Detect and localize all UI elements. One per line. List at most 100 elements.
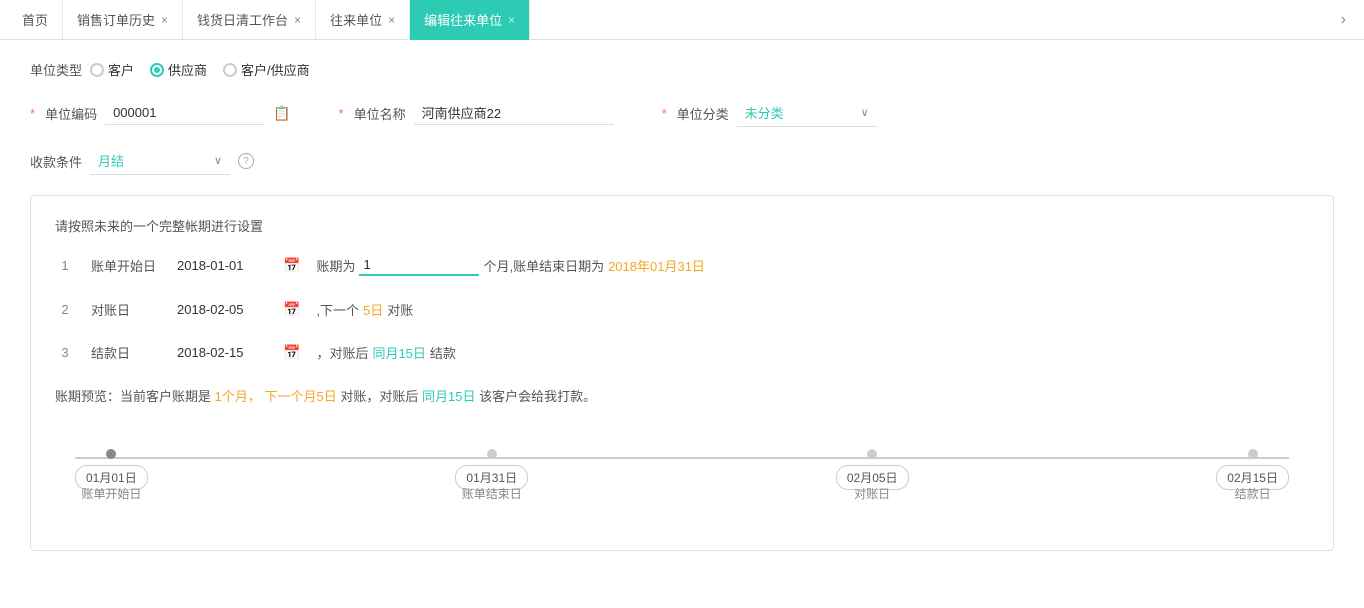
tab-home[interactable]: 首页 <box>8 0 63 40</box>
period-highlight-3: 同月15日 <box>372 343 425 362</box>
unit-type-label: 单位类型 <box>30 60 82 79</box>
payment-label: 收款条件 <box>30 152 82 171</box>
timeline-point-4: 02月15日 结款日 <box>1216 449 1289 490</box>
period-label-1: 账期为 <box>316 256 355 275</box>
period-input-1[interactable] <box>359 255 479 276</box>
preview-part5: 该客户会给我打款。 <box>479 389 596 404</box>
tab-edit-partner-label: 编辑往来单位 <box>424 10 502 29</box>
main-content: 单位类型 客户 供应商 客户/供应商 * 单位编码 📋 * 单位名称 <box>0 40 1364 608</box>
unit-category-dropdown[interactable]: 未分类 ∨ <box>737 99 877 127</box>
timeline-point-3: 02月05日 对账日 <box>836 449 909 490</box>
period-suffix-3: 结款 <box>430 343 456 362</box>
tab-sales-history-label: 销售订单历史 <box>77 10 155 29</box>
close-icon[interactable]: × <box>388 13 395 27</box>
tab-edit-partner[interactable]: 编辑往来单位 × <box>410 0 530 40</box>
timeline: 01月01日 账单开始日 01月31日 账单结束日 02月05日 对账日 <box>55 429 1309 530</box>
calendar-icon-2[interactable]: 📅 <box>283 301 300 318</box>
preview-part2: 下一个月5日 <box>265 389 337 404</box>
preview-part3: 对账，对账后 <box>340 389 418 404</box>
period-date-3: 2018-02-15 <box>177 345 267 360</box>
period-num-3: 3 <box>55 345 75 360</box>
tab-sales-history[interactable]: 销售订单历史 × <box>63 0 183 40</box>
period-num-2: 2 <box>55 302 75 317</box>
timeline-point-1: 01月01日 账单开始日 <box>75 449 148 490</box>
period-row-1: 1 账单开始日 2018-01-01 📅 账期为 个月,账单结束日期为 2018… <box>55 255 1309 276</box>
unit-code-input[interactable] <box>105 101 265 125</box>
radio-supplier-label: 供应商 <box>168 60 207 79</box>
tab-partner[interactable]: 往来单位 × <box>316 0 410 40</box>
timeline-label-1: 账单开始日 <box>81 485 141 502</box>
tab-more-button[interactable]: › <box>1331 11 1356 29</box>
timeline-label-3: 对账日 <box>854 485 890 502</box>
tab-bar: 首页 销售订单历史 × 钱货日清工作台 × 往来单位 × 编辑往来单位 × › <box>0 0 1364 40</box>
radio-customer-label: 客户 <box>108 60 134 79</box>
period-field-1: 账单开始日 <box>91 256 161 275</box>
radio-customer[interactable]: 客户 <box>90 60 134 79</box>
unit-fields-row: * 单位编码 📋 * 单位名称 * 单位分类 未分类 ∨ <box>30 99 1334 127</box>
radio-circle-supplier <box>150 63 164 77</box>
chevron-down-icon-payment: ∨ <box>214 154 222 167</box>
unit-type-radio-group: 客户 供应商 客户/供应商 <box>90 60 310 79</box>
unit-category-label: 单位分类 <box>677 104 729 123</box>
period-highlight-2: 5日 <box>363 300 383 319</box>
chevron-down-icon: ∨ <box>861 106 869 119</box>
period-field-2: 对账日 <box>91 300 161 319</box>
payment-dropdown[interactable]: 月结 ∨ <box>90 147 230 175</box>
unit-name-input[interactable] <box>414 101 614 125</box>
period-suffix-2: 对账 <box>387 300 413 319</box>
timeline-dot-1 <box>106 449 116 459</box>
calendar-icon-code[interactable]: 📋 <box>273 105 290 122</box>
timeline-point-2: 01月31日 账单结束日 <box>455 449 528 490</box>
preview-part4: 同月15日 <box>422 389 475 404</box>
preview-text: 账期预览：当前客户账期是 1个月， 下一个月5日 对账，对账后 同月15日 该客… <box>55 386 1309 405</box>
close-icon[interactable]: × <box>161 13 168 27</box>
tab-partner-label: 往来单位 <box>330 10 382 29</box>
close-icon[interactable]: × <box>294 13 301 27</box>
required-star-name: * <box>339 106 344 121</box>
required-star-code: * <box>30 106 35 121</box>
radio-circle-both <box>223 63 237 77</box>
period-prefix-3: ，对账后 <box>316 343 368 362</box>
preview-part1: 1个月， <box>215 389 261 404</box>
unit-category-value: 未分类 <box>745 103 857 122</box>
preview-section: 账期预览：当前客户账期是 1个月， 下一个月5日 对账，对账后 同月15日 该客… <box>55 386 1309 530</box>
calendar-icon-1[interactable]: 📅 <box>283 257 300 274</box>
unit-category-group: * 单位分类 未分类 ∨ <box>662 99 877 127</box>
period-date-2: 2018-02-05 <box>177 302 267 317</box>
unit-name-group: * 单位名称 <box>339 101 614 125</box>
unit-type-row: 单位类型 客户 供应商 客户/供应商 <box>30 60 1334 79</box>
unit-name-label: 单位名称 <box>354 104 406 123</box>
period-field-3: 结款日 <box>91 343 161 362</box>
unit-code-label: 单位编码 <box>45 104 97 123</box>
period-title: 请按照未来的一个完整帐期进行设置 <box>55 216 1309 235</box>
period-date-1: 2018-01-01 <box>177 258 267 273</box>
period-desc-2: ,下一个 5日 对账 <box>316 300 413 319</box>
timeline-label-4: 结款日 <box>1235 485 1271 502</box>
payment-value: 月结 <box>98 151 210 170</box>
radio-supplier[interactable]: 供应商 <box>150 60 207 79</box>
timeline-points: 01月01日 账单开始日 01月31日 账单结束日 02月05日 对账日 <box>75 449 1289 490</box>
required-star-category: * <box>662 106 667 121</box>
tab-cash-work[interactable]: 钱货日清工作台 × <box>183 0 316 40</box>
period-prefix-2: ,下一个 <box>316 300 359 319</box>
tab-cash-work-label: 钱货日清工作台 <box>197 10 288 29</box>
radio-circle-customer <box>90 63 104 77</box>
help-icon[interactable]: ? <box>238 153 254 169</box>
preview-label: 账期预览：当前客户账期是 <box>55 389 211 404</box>
period-desc-1: 账期为 个月,账单结束日期为 2018年01月31日 <box>316 255 704 276</box>
close-icon[interactable]: × <box>508 13 515 27</box>
period-row-3: 3 结款日 2018-02-15 📅 ，对账后 同月15日 结款 <box>55 343 1309 362</box>
period-num-1: 1 <box>55 258 75 273</box>
timeline-dot-4 <box>1248 449 1258 459</box>
radio-both[interactable]: 客户/供应商 <box>223 60 310 79</box>
period-suffix-1: 个月,账单结束日期为 <box>483 256 604 275</box>
timeline-label-2: 账单结束日 <box>462 485 522 502</box>
tab-home-label: 首页 <box>22 10 48 29</box>
timeline-dot-2 <box>487 449 497 459</box>
period-row-2: 2 对账日 2018-02-05 📅 ,下一个 5日 对账 <box>55 300 1309 319</box>
period-desc-3: ，对账后 同月15日 结款 <box>316 343 456 362</box>
calendar-icon-3[interactable]: 📅 <box>283 344 300 361</box>
unit-code-group: * 单位编码 📋 <box>30 101 291 125</box>
period-box: 请按照未来的一个完整帐期进行设置 1 账单开始日 2018-01-01 📅 账期… <box>30 195 1334 551</box>
timeline-dot-3 <box>867 449 877 459</box>
